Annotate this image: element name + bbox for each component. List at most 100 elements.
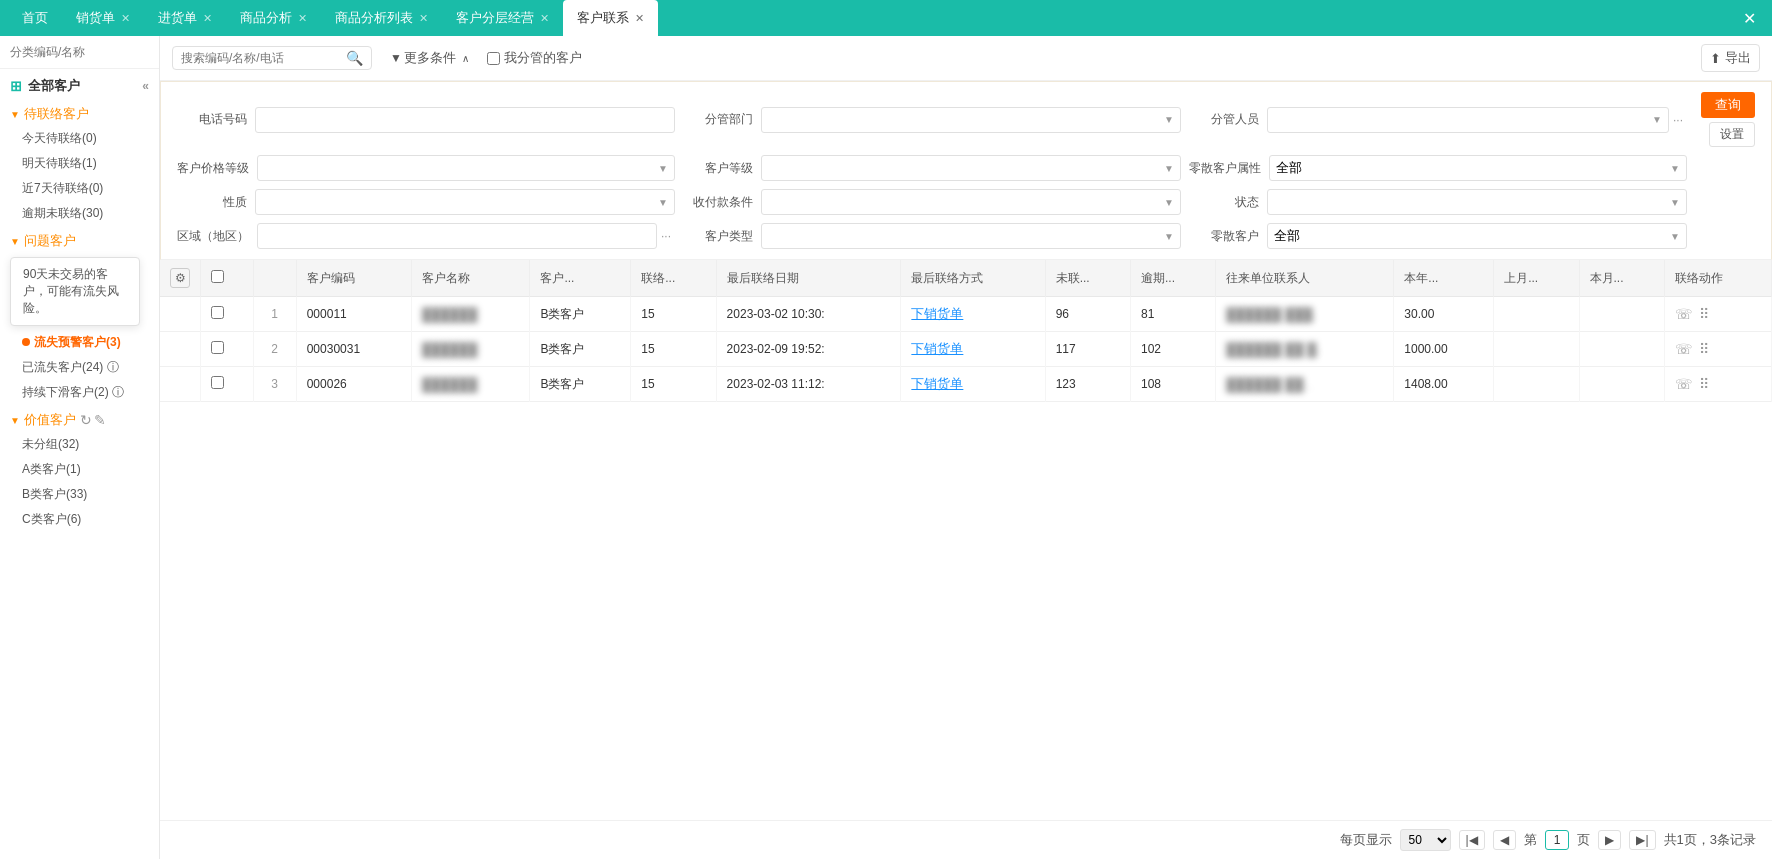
filter-select-payment[interactable]: ▼	[761, 189, 1181, 215]
query-settings-col: 查询 设置	[1695, 92, 1755, 147]
last-way-link[interactable]: 下销货单	[911, 376, 963, 391]
col-header-overdue: 逾期...	[1130, 260, 1215, 297]
more-action-icon[interactable]: ⠿	[1699, 376, 1709, 392]
col-settings: ⚙	[160, 260, 201, 297]
contact-action-icon[interactable]: ☏	[1675, 306, 1693, 322]
sidebar-item-b-class[interactable]: B类客户(33)	[0, 482, 159, 507]
sidebar-item-ungrouped[interactable]: 未分组(32)	[0, 432, 159, 457]
sidebar-root[interactable]: ⊞ 全部客户 «	[0, 69, 159, 99]
sidebar-item-declining[interactable]: 持续下滑客户(2) ⓘ	[0, 380, 159, 405]
contact-action-icon[interactable]: ☏	[1675, 376, 1693, 392]
sidebar-item-overdue[interactable]: 逾期未联络(30)	[0, 201, 159, 226]
col-header-contact-count: 联络...	[631, 260, 716, 297]
sidebar-collapse-btn[interactable]: «	[142, 79, 149, 93]
filter-select-customer-type[interactable]: ▼	[761, 223, 1181, 249]
last-way-link[interactable]: 下销货单	[911, 341, 963, 356]
close-customer-contact-tab[interactable]: ✕	[635, 12, 644, 25]
filter-select-region[interactable]	[257, 223, 657, 249]
close-customer-tier-tab[interactable]: ✕	[540, 12, 549, 25]
last-page-btn[interactable]: ▶|	[1629, 830, 1655, 850]
row-checkbox[interactable]	[211, 306, 224, 319]
prev-page-btn[interactable]: ◀	[1493, 830, 1516, 850]
per-page-label: 每页显示	[1340, 831, 1392, 849]
tab-purchase[interactable]: 进货单 ✕	[144, 0, 226, 36]
total-label: 共1页，3条记录	[1664, 831, 1756, 849]
tab-sales[interactable]: 销货单 ✕	[62, 0, 144, 36]
refresh-icon[interactable]: ↻	[80, 412, 92, 428]
sidebar-group-problem[interactable]: ▼ 问题客户	[0, 226, 159, 253]
tab-analysis-list[interactable]: 商品分析列表 ✕	[321, 0, 442, 36]
sidebar-item-7days[interactable]: 近7天待联络(0)	[0, 176, 159, 201]
last-way-link[interactable]: 下销货单	[911, 306, 963, 321]
filter-select-nature[interactable]: ▼	[255, 189, 675, 215]
filter-input-phone[interactable]	[255, 107, 675, 133]
sidebar-item-c-class[interactable]: C类客户(6)	[0, 507, 159, 532]
row-contact-person: ██████ ██ .	[1216, 367, 1394, 402]
global-close-icon[interactable]: ✕	[1735, 9, 1764, 28]
sidebar-item-churn-warning[interactable]: 流失预警客户(3)	[0, 330, 159, 355]
sidebar-item-tomorrow[interactable]: 明天待联络(1)	[0, 151, 159, 176]
sidebar-group-pending[interactable]: ▼ 待联络客户	[0, 99, 159, 126]
filter-btn[interactable]: ▼ 更多条件 ∧	[382, 45, 477, 71]
chevron-down-icon6: ▼	[658, 197, 668, 208]
row-num: 3	[253, 367, 296, 402]
row-last-way: 下销货单	[901, 332, 1045, 367]
filter-select-retail[interactable]: 全部 ▼	[1267, 223, 1687, 249]
filter-more-btn-person[interactable]: ···	[1669, 113, 1687, 127]
query-button[interactable]: 查询	[1701, 92, 1755, 118]
filter-panel: 电话号码 分管部门 ▼ 分管人员 ▼ ···	[160, 81, 1772, 260]
filter-select-person[interactable]: ▼	[1267, 107, 1669, 133]
sidebar-search-input[interactable]	[10, 45, 160, 59]
row-overdue: 102	[1130, 332, 1215, 367]
filter-field-status: 状态 ▼	[1189, 189, 1687, 215]
close-sales-tab[interactable]: ✕	[121, 12, 130, 25]
sidebar-item-today[interactable]: 今天待联络(0)	[0, 126, 159, 151]
col-checkbox	[201, 260, 254, 297]
row-this-year: 30.00	[1394, 297, 1494, 332]
row-checkbox[interactable]	[211, 341, 224, 354]
row-last-date: 2023-02-03 11:12:	[716, 367, 901, 402]
row-no-contact: 123	[1045, 367, 1130, 402]
arrow-down-icon2: ▼	[10, 236, 20, 247]
contact-action-icon[interactable]: ☏	[1675, 341, 1693, 357]
filter-select-status[interactable]: ▼	[1267, 189, 1687, 215]
page-size-select[interactable]: 50 100	[1400, 829, 1451, 851]
sidebar-group-value[interactable]: ▼ 价值客户 ↻ ✎	[0, 405, 159, 432]
column-settings-icon[interactable]: ⚙	[170, 268, 190, 288]
filter-field-customer-type: 客户类型 ▼	[683, 223, 1181, 249]
search-icon-btn[interactable]: 🔍	[346, 50, 363, 66]
settings-button[interactable]: 设置	[1709, 122, 1755, 147]
first-page-btn[interactable]: |◀	[1459, 830, 1485, 850]
my-customer-check[interactable]: 我分管的客户	[487, 49, 582, 67]
close-purchase-tab[interactable]: ✕	[203, 12, 212, 25]
filter-field-payment: 收付款条件 ▼	[683, 189, 1181, 215]
more-action-icon[interactable]: ⠿	[1699, 306, 1709, 322]
row-checkbox[interactable]	[211, 376, 224, 389]
next-page-btn[interactable]: ▶	[1598, 830, 1621, 850]
filter-select-price-tier[interactable]: ▼	[257, 155, 675, 181]
action-icons-wrap: ☏ ⠿	[1675, 376, 1761, 392]
chevron-down-icon5: ▼	[1670, 163, 1680, 174]
tab-analysis[interactable]: 商品分析 ✕	[226, 0, 321, 36]
select-all-checkbox[interactable]	[211, 270, 224, 283]
tab-home[interactable]: 首页	[8, 0, 62, 36]
filter-select-dept[interactable]: ▼	[761, 107, 1181, 133]
row-contact-count: 15	[631, 367, 716, 402]
more-action-icon[interactable]: ⠿	[1699, 341, 1709, 357]
row-name: ██████	[412, 332, 530, 367]
my-customer-checkbox[interactable]	[487, 52, 500, 65]
sidebar-item-a-class[interactable]: A类客户(1)	[0, 457, 159, 482]
tab-customer-tier[interactable]: 客户分层经营 ✕	[442, 0, 563, 36]
close-analysis-tab[interactable]: ✕	[298, 12, 307, 25]
arrow-down-icon: ▼	[10, 109, 20, 120]
filter-more-btn-region[interactable]: ···	[657, 229, 675, 243]
filter-select-customer-tier[interactable]: ▼	[761, 155, 1181, 181]
search-input[interactable]	[181, 51, 346, 65]
sidebar-item-churned[interactable]: 已流失客户(24) ⓘ	[0, 355, 159, 380]
tab-customer-contact[interactable]: 客户联系 ✕	[563, 0, 658, 36]
close-analysis-list-tab[interactable]: ✕	[419, 12, 428, 25]
filter-select-retail-attr[interactable]: 全部 ▼	[1269, 155, 1687, 181]
export-btn[interactable]: ⬆ 导出	[1701, 44, 1760, 72]
toolbar: 🔍 ▼ 更多条件 ∧ 我分管的客户 ⬆ 导出	[160, 36, 1772, 81]
edit-icon[interactable]: ✎	[94, 412, 106, 428]
